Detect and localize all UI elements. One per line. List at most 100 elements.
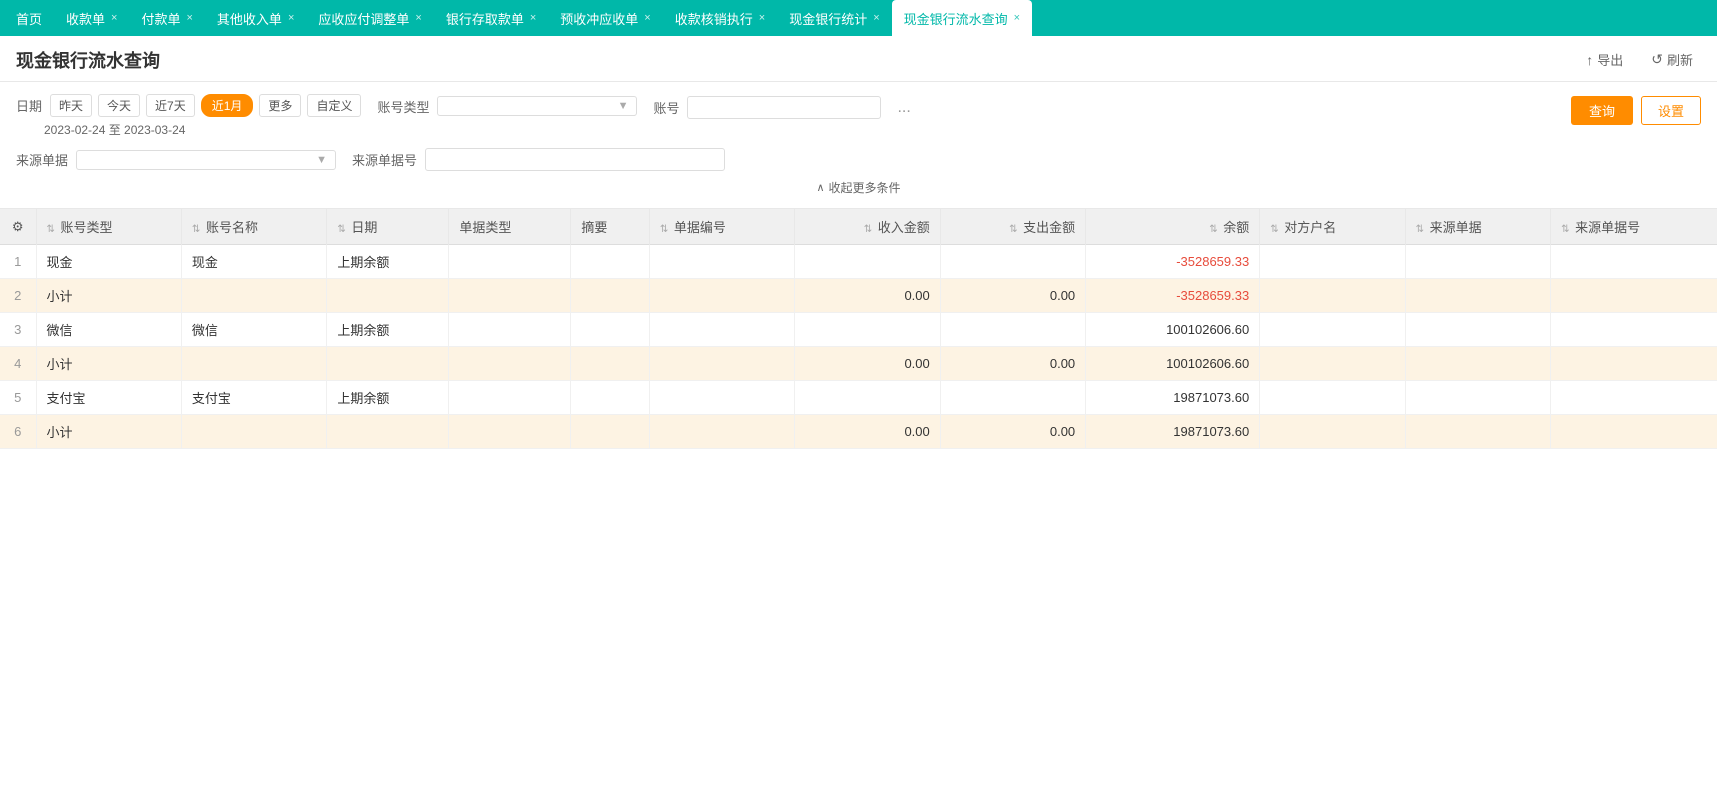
- cell-account-name: [181, 347, 326, 381]
- nav-advance-offset-label: 预收冲应收单: [560, 9, 638, 28]
- cell-balance: 19871073.60: [1086, 381, 1260, 415]
- sort-icon[interactable]: ⇅: [660, 224, 668, 235]
- th-expense-label: 支出金额: [1023, 220, 1075, 235]
- cell-account-name: [181, 415, 326, 449]
- cell-account-type: 小计: [36, 415, 181, 449]
- account-label: 账号: [653, 98, 679, 117]
- nav-item-cash-bank-stats[interactable]: 现金银行统计 ×: [777, 0, 891, 36]
- source-doc-filter-group: 来源单据 ▼: [16, 150, 336, 170]
- date-btn-last7[interactable]: 近7天: [146, 94, 195, 117]
- nav-cash-bank-flow-label: 现金银行流水查询: [904, 9, 1008, 28]
- date-btn-more[interactable]: 更多: [259, 94, 301, 117]
- nav-item-receipt[interactable]: 收款单 ×: [54, 0, 129, 36]
- nav-other-income-close[interactable]: ×: [288, 12, 294, 24]
- nav-bank-deposit-close[interactable]: ×: [530, 12, 536, 24]
- refresh-button[interactable]: ↺ 刷新: [1643, 46, 1701, 73]
- th-balance: ⇅ 余额: [1086, 209, 1260, 245]
- nav-receipt-verify-label: 收款核销执行: [675, 9, 753, 28]
- cell-balance: 19871073.60: [1086, 415, 1260, 449]
- nav-payment-close[interactable]: ×: [186, 12, 192, 24]
- date-btn-last1m[interactable]: 近1月: [201, 94, 254, 117]
- table-header-row: ⚙ ⇅ 账号类型 ⇅ 账号名称 ⇅ 日期 单据类型: [0, 209, 1717, 245]
- collapse-bar[interactable]: ∧ 收起更多条件: [16, 179, 1701, 196]
- th-income: ⇅ 收入金额: [795, 209, 940, 245]
- cell-summary: [571, 415, 650, 449]
- cell-account-type: 小计: [36, 347, 181, 381]
- cell-doc-no: [649, 313, 794, 347]
- table-body: 1 现金 现金 上期余额 -3528659.33 2 小计 0.00 0.00 …: [0, 245, 1717, 449]
- th-balance-label: 余额: [1223, 220, 1249, 235]
- cell-expense: [940, 381, 1085, 415]
- cell-doc-no: [649, 381, 794, 415]
- date-btn-yesterday[interactable]: 昨天: [50, 94, 92, 117]
- cell-income: 0.00: [795, 415, 940, 449]
- settings-button[interactable]: 设置: [1641, 96, 1701, 125]
- nav-receipt-verify-close[interactable]: ×: [759, 12, 765, 24]
- cell-account-type: 现金: [36, 245, 181, 279]
- nav-receipt-close[interactable]: ×: [111, 12, 117, 24]
- sort-icon[interactable]: ⇅: [192, 224, 200, 235]
- cell-date: 上期余额: [327, 313, 449, 347]
- nav-item-home[interactable]: 首页: [4, 0, 54, 36]
- nav-item-cash-bank-flow[interactable]: 现金银行流水查询 ×: [892, 0, 1032, 36]
- date-btn-today[interactable]: 今天: [98, 94, 140, 117]
- date-options: 昨天 今天 近7天 近1月 更多 自定义: [50, 94, 361, 117]
- export-button[interactable]: ↑ 导出: [1578, 46, 1631, 73]
- th-settings[interactable]: ⚙: [0, 209, 36, 245]
- cell-source-doc-no: [1551, 279, 1717, 313]
- date-btn-custom[interactable]: 自定义: [307, 94, 361, 117]
- th-doc-type-label: 单据类型: [459, 220, 511, 235]
- nav-item-advance-offset[interactable]: 预收冲应收单 ×: [548, 0, 662, 36]
- cell-date: [327, 279, 449, 313]
- th-account-name-label: 账号名称: [206, 220, 258, 235]
- sort-icon[interactable]: ⇅: [47, 224, 55, 235]
- th-source-doc: ⇅ 来源单据: [1405, 209, 1550, 245]
- nav-advance-offset-close[interactable]: ×: [644, 12, 650, 24]
- nav-item-receipt-verify[interactable]: 收款核销执行 ×: [663, 0, 777, 36]
- source-doc-select[interactable]: ▼: [76, 150, 336, 170]
- cell-doc-no: [649, 245, 794, 279]
- cell-source-doc-no: [1551, 381, 1717, 415]
- sort-icon[interactable]: ⇅: [1270, 224, 1278, 235]
- query-button[interactable]: 查询: [1571, 96, 1633, 125]
- th-summary: 摘要: [571, 209, 650, 245]
- sort-icon[interactable]: ⇅: [1209, 224, 1217, 235]
- cell-summary: [571, 245, 650, 279]
- nav-cash-bank-stats-close[interactable]: ×: [873, 12, 879, 24]
- th-doc-no-label: 单据编号: [674, 220, 726, 235]
- cell-date: 上期余额: [327, 245, 449, 279]
- nav-item-ar-adjust[interactable]: 应收应付调整单 ×: [306, 0, 433, 36]
- cell-doc-no: [649, 347, 794, 381]
- th-summary-label: 摘要: [581, 220, 607, 235]
- sort-icon[interactable]: ⇅: [1561, 224, 1569, 235]
- account-type-select[interactable]: ▼: [437, 96, 637, 116]
- account-input[interactable]: [687, 96, 881, 119]
- sort-icon[interactable]: ⇅: [864, 224, 872, 235]
- nav-item-other-income[interactable]: 其他收入单 ×: [205, 0, 306, 36]
- nav-receipt-label: 收款单: [66, 9, 105, 28]
- nav-ar-adjust-close[interactable]: ×: [415, 12, 421, 24]
- source-doc-label: 来源单据: [16, 150, 68, 169]
- nav-item-bank-deposit[interactable]: 银行存取款单 ×: [434, 0, 548, 36]
- sort-icon[interactable]: ⇅: [337, 224, 345, 235]
- sort-icon[interactable]: ⇅: [1416, 224, 1424, 235]
- th-expense: ⇅ 支出金额: [940, 209, 1085, 245]
- th-counterpart: ⇅ 对方户名: [1260, 209, 1405, 245]
- cell-account-name: 微信: [181, 313, 326, 347]
- th-counterpart-label: 对方户名: [1284, 220, 1336, 235]
- cell-source-doc: [1405, 279, 1550, 313]
- nav-item-payment[interactable]: 付款单 ×: [129, 0, 204, 36]
- sort-icon[interactable]: ⇅: [1009, 224, 1017, 235]
- nav-cash-bank-flow-close[interactable]: ×: [1014, 12, 1020, 24]
- chevron-down-icon: ▼: [618, 100, 629, 112]
- cell-source-doc-no: [1551, 415, 1717, 449]
- nav-ar-adjust-label: 应收应付调整单: [318, 9, 409, 28]
- th-source-doc-no-label: 来源单据号: [1575, 220, 1640, 235]
- cell-source-doc-no: [1551, 245, 1717, 279]
- source-doc-no-input[interactable]: [425, 148, 725, 171]
- cell-doc-type: [449, 415, 571, 449]
- cell-row-num: 4: [0, 347, 36, 381]
- cell-counterpart: [1260, 381, 1405, 415]
- account-ellipsis[interactable]: ...: [889, 99, 918, 117]
- cell-doc-type: [449, 245, 571, 279]
